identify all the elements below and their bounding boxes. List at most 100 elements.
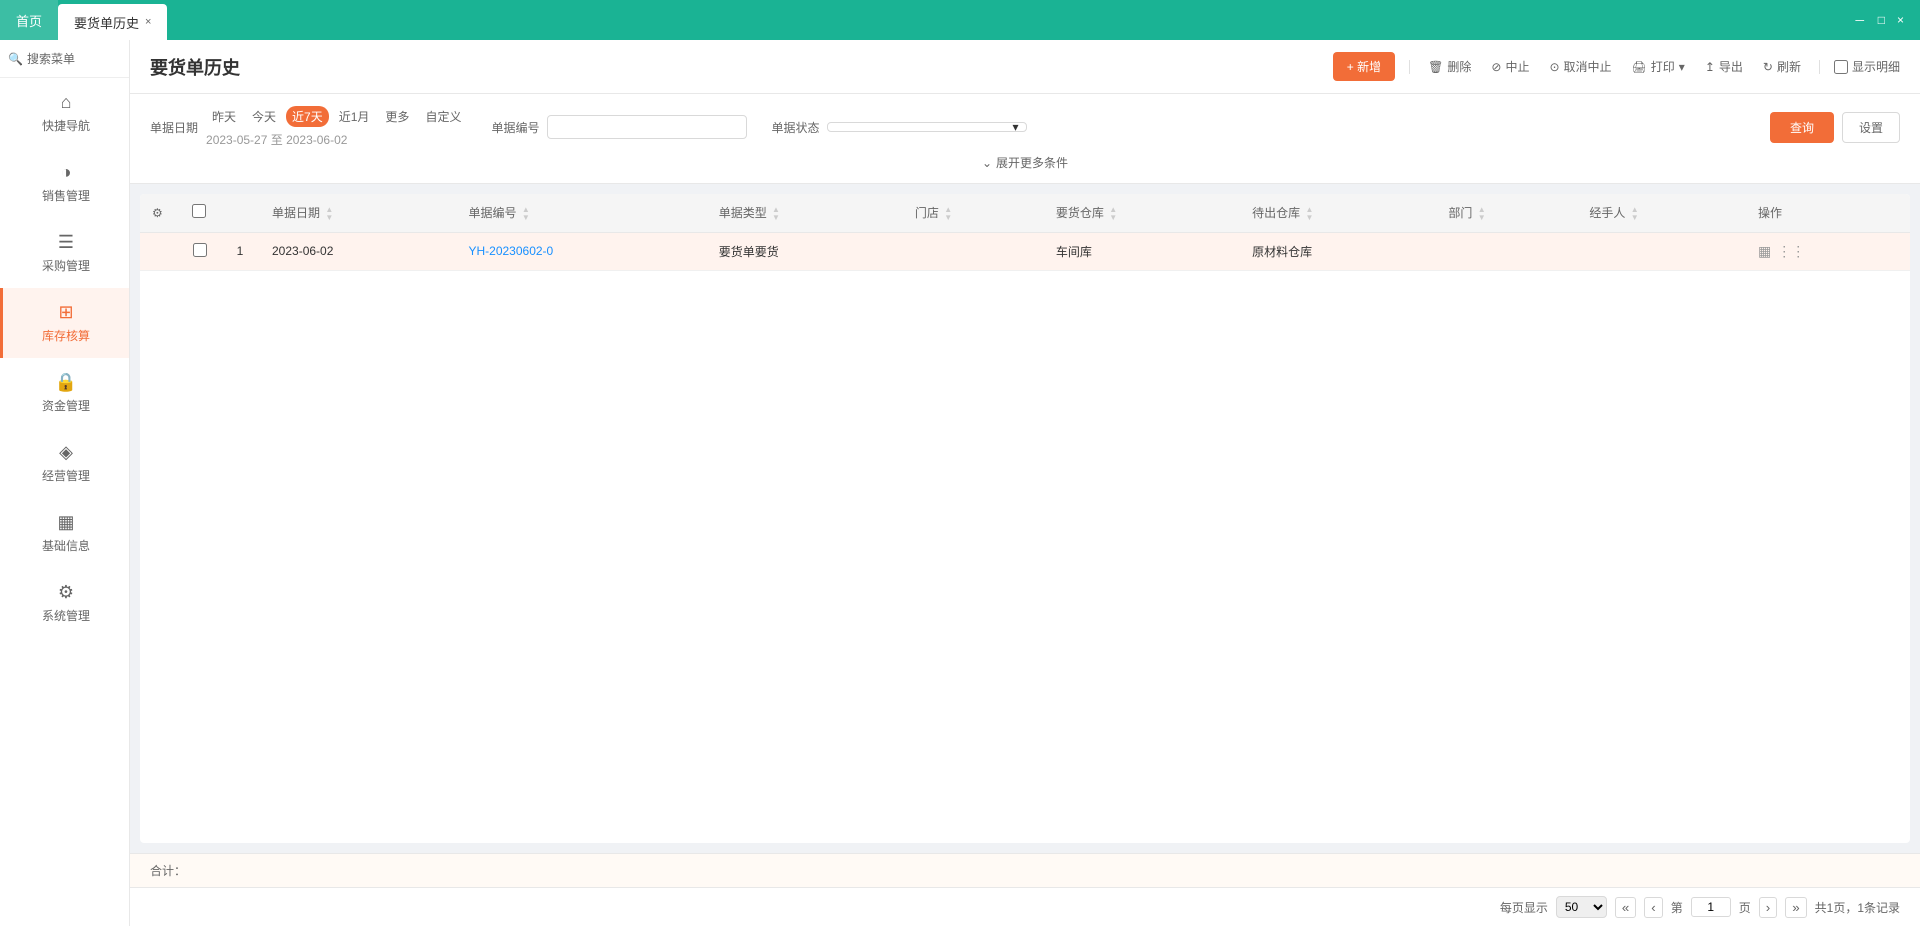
td-docno: YH-20230602-0: [456, 232, 706, 270]
docno-sort-icon: [522, 206, 530, 222]
store-sort-icon: [944, 206, 952, 222]
prev-page-btn[interactable]: ‹: [1644, 897, 1662, 918]
status-select[interactable]: ▾: [827, 122, 1027, 132]
stop-label: 中止: [1505, 58, 1529, 75]
per-page-select[interactable]: 50 100 200: [1556, 896, 1607, 918]
toolbar: + 新增 🗑 删除 ⊘ 中止 ⊙ 取消中止 🖨: [1333, 52, 1900, 81]
window-close-btn[interactable]: ×: [1897, 13, 1904, 27]
search-icon: 🔍: [8, 52, 23, 66]
new-button[interactable]: + 新增: [1333, 52, 1395, 81]
doctype-sort-icon: [772, 206, 780, 222]
tab-home[interactable]: 首页: [0, 0, 58, 40]
date-option-today[interactable]: 今天: [246, 106, 282, 127]
tab-home-label: 首页: [16, 11, 42, 30]
th-settings[interactable]: ⚙: [140, 194, 180, 232]
date-option-custom[interactable]: 自定义: [419, 106, 467, 127]
sidebar-item-system[interactable]: ⚙ 系统管理: [0, 568, 129, 638]
th-docno[interactable]: 单据编号: [456, 194, 706, 232]
print-button[interactable]: 🖨 打印 ▾: [1628, 58, 1689, 75]
cancel-stop-button[interactable]: ⊙ 取消中止: [1545, 58, 1615, 75]
td-settings: [140, 232, 180, 270]
reqwarehouse-sort-icon: [1109, 206, 1117, 222]
tab-close-icon[interactable]: ×: [145, 16, 151, 28]
sidebar-item-operation[interactable]: ◈ 经营管理: [0, 428, 129, 498]
sidebar-item-operation-label: 经营管理: [42, 467, 90, 484]
window-minimize-btn[interactable]: －: [1854, 12, 1866, 29]
sidebar-item-inventory[interactable]: ⊞ 库存核算: [0, 288, 129, 358]
main-layout: 🔍 搜索菜单 ⌂ 快捷导航 ◑ 销售管理 ☰ 采购管理 ⊞ 库存核算 🔒 资金管: [0, 40, 1920, 926]
export-icon: ↥: [1705, 60, 1715, 74]
pagination: 每页显示 50 100 200 « ‹ 第 页 › » 共1页，1条记录: [130, 887, 1920, 926]
expand-more-btn[interactable]: ⌄ 展开更多条件: [150, 148, 1900, 171]
select-all-checkbox[interactable]: [192, 204, 206, 218]
th-dept[interactable]: 部门: [1436, 194, 1577, 232]
td-handler: [1577, 232, 1746, 270]
stop-button[interactable]: ⊘ 中止: [1487, 58, 1533, 75]
window-maximize-btn[interactable]: □: [1878, 13, 1885, 27]
docno-filter-label: 单据编号: [491, 119, 539, 136]
date-option-1month[interactable]: 近1月: [333, 106, 376, 127]
sidebar-item-quick-nav[interactable]: ⌂ 快捷导航: [0, 78, 129, 148]
status-filter-label: 单据状态: [771, 119, 819, 136]
search-menu-bar[interactable]: 🔍 搜索菜单: [0, 40, 129, 78]
purchase-icon: ☰: [58, 232, 74, 253]
expand-down-icon: ⌄: [982, 156, 992, 170]
table-row: 1 2023-06-02 YH-20230602-0 要货单要货: [140, 232, 1910, 270]
date-filter: 单据日期 昨天 今天 近7天 近1月 更多 自定义 2023-05-27 至 2…: [150, 106, 467, 148]
sidebar-item-finance[interactable]: 🔒 资金管理: [0, 358, 129, 428]
last-page-btn[interactable]: »: [1785, 897, 1806, 918]
display-detail-container[interactable]: 显示明细: [1834, 58, 1900, 75]
inventory-icon: ⊞: [58, 302, 73, 323]
docno-input[interactable]: [547, 115, 747, 139]
export-label: 导出: [1719, 58, 1743, 75]
display-detail-checkbox[interactable]: [1834, 60, 1848, 74]
status-select-arrow: ▾: [1012, 120, 1018, 134]
first-page-btn[interactable]: «: [1615, 897, 1636, 918]
row-num: 1: [237, 244, 244, 258]
total-info: 共1页，1条记录: [1815, 899, 1900, 916]
stop-icon: ⊘: [1491, 60, 1501, 74]
quick-nav-icon: ⌂: [61, 92, 72, 113]
print-label: 打印: [1651, 58, 1675, 75]
row-pendwarehouse: 原材料仓库: [1252, 245, 1312, 259]
print-icon: 🖨: [1632, 60, 1647, 74]
th-date[interactable]: 单据日期: [260, 194, 456, 232]
date-option-7days[interactable]: 近7天: [286, 106, 329, 127]
th-pendwarehouse[interactable]: 待出仓库: [1240, 194, 1436, 232]
export-button[interactable]: ↥ 导出: [1701, 58, 1747, 75]
status-filter: 单据状态 ▾: [771, 119, 1027, 136]
row-checkbox[interactable]: [193, 243, 207, 257]
th-doctype[interactable]: 单据类型: [707, 194, 903, 232]
th-reqwarehouse[interactable]: 要货仓库: [1044, 194, 1240, 232]
td-reqwarehouse: 车间库: [1044, 232, 1240, 270]
td-doctype: 要货单要货: [707, 232, 903, 270]
print-dropdown-icon[interactable]: ▾: [1679, 60, 1685, 74]
td-store: [903, 232, 1044, 270]
footer-summary: 合计：: [130, 853, 1920, 887]
settings-button[interactable]: 设置: [1842, 112, 1900, 143]
tab-active-label: 要货单历史: [74, 13, 139, 32]
system-icon: ⚙: [58, 582, 74, 603]
th-store[interactable]: 门店: [903, 194, 1044, 232]
row-more-icon[interactable]: ⋮⋮: [1777, 243, 1805, 260]
th-handler[interactable]: 经手人: [1577, 194, 1746, 232]
delete-label: 删除: [1447, 58, 1471, 75]
date-option-yesterday[interactable]: 昨天: [206, 106, 242, 127]
sidebar-item-purchase[interactable]: ☰ 采购管理: [0, 218, 129, 288]
sidebar-item-basic[interactable]: ▦ 基础信息: [0, 498, 129, 568]
query-button[interactable]: 查询: [1770, 112, 1834, 143]
date-filter-label: 单据日期: [150, 119, 198, 136]
td-checkbox: [180, 232, 220, 270]
row-docno-link[interactable]: YH-20230602-0: [468, 244, 553, 258]
td-action: ▦ ⋮⋮: [1746, 232, 1910, 270]
sidebar-item-sales[interactable]: ◑ 销售管理: [0, 148, 129, 218]
date-option-more[interactable]: 更多: [379, 106, 415, 127]
row-edit-icon[interactable]: ▦: [1758, 243, 1771, 260]
sales-icon: ◑: [61, 162, 72, 183]
next-page-btn[interactable]: ›: [1759, 897, 1777, 918]
refresh-button[interactable]: ↻ 刷新: [1759, 58, 1805, 75]
tab-active[interactable]: 要货单历史 ×: [58, 4, 167, 40]
page-input[interactable]: [1691, 897, 1731, 917]
delete-button[interactable]: 🗑 删除: [1424, 58, 1475, 75]
td-date: 2023-06-02: [260, 232, 456, 270]
